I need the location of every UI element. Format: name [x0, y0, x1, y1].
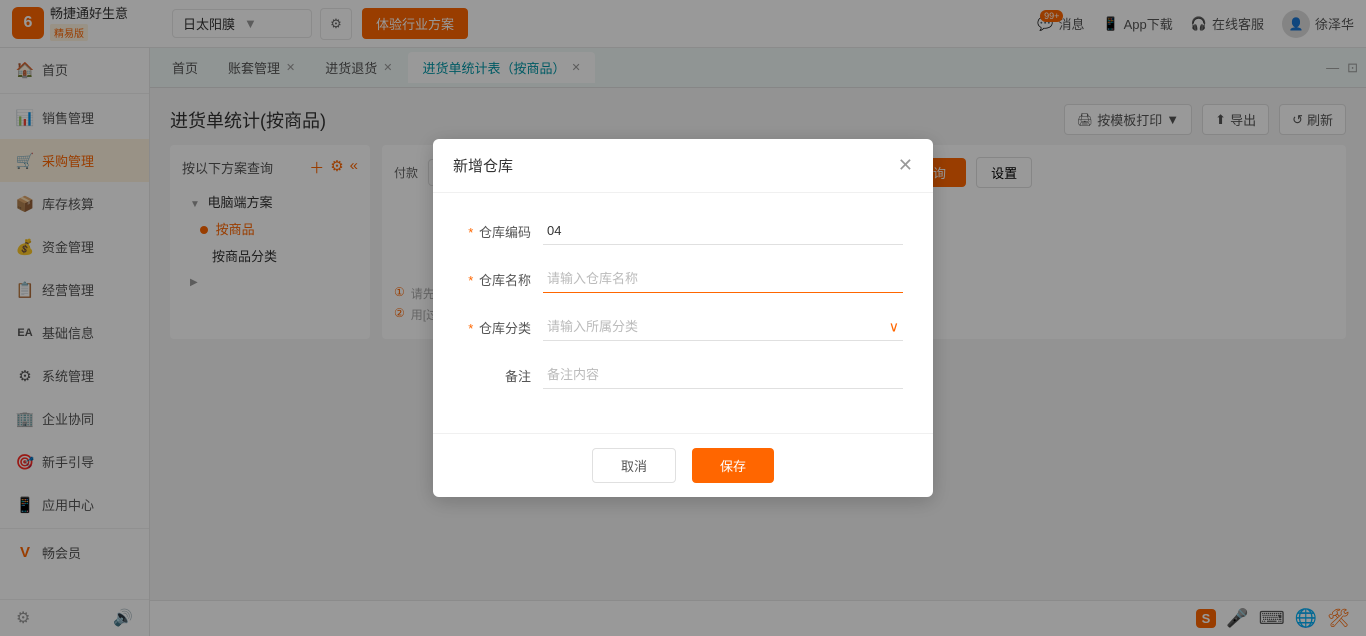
warehouse-code-label: * 仓库编码 [463, 222, 543, 241]
warehouse-name-input[interactable] [543, 265, 903, 293]
warehouse-category-wrap: 请输入所属分类 ∨ [543, 313, 903, 341]
remark-label: 备注 [463, 366, 543, 385]
save-button[interactable]: 保存 [692, 448, 774, 483]
remark-input[interactable] [543, 361, 903, 389]
required-star-cat: * [468, 321, 473, 336]
warehouse-name-row: * 仓库名称 [463, 265, 903, 293]
dialog-title: 新增仓库 [453, 155, 513, 176]
required-star-name: * [468, 273, 473, 288]
warehouse-category-row: * 仓库分类 请输入所属分类 ∨ [463, 313, 903, 341]
warehouse-name-label: * 仓库名称 [463, 270, 543, 289]
warehouse-category-select[interactable]: 请输入所属分类 [543, 313, 903, 341]
warehouse-category-label: * 仓库分类 [463, 318, 543, 337]
cancel-button[interactable]: 取消 [592, 448, 676, 483]
warehouse-code-row: * 仓库编码 [463, 217, 903, 245]
remark-row: 备注 [463, 361, 903, 389]
warehouse-code-input[interactable] [543, 217, 903, 245]
dialog-close-icon[interactable]: ✕ [898, 155, 913, 176]
warehouse-dialog: 新增仓库 ✕ * 仓库编码 * 仓库名称 [433, 139, 933, 497]
dialog-body: * 仓库编码 * 仓库名称 * 仓库分类 [433, 193, 933, 433]
dialog-overlay: 新增仓库 ✕ * 仓库编码 * 仓库名称 [0, 0, 1366, 636]
dialog-footer: 取消 保存 [433, 433, 933, 497]
required-star-code: * [468, 225, 473, 240]
dialog-header: 新增仓库 ✕ [433, 139, 933, 193]
